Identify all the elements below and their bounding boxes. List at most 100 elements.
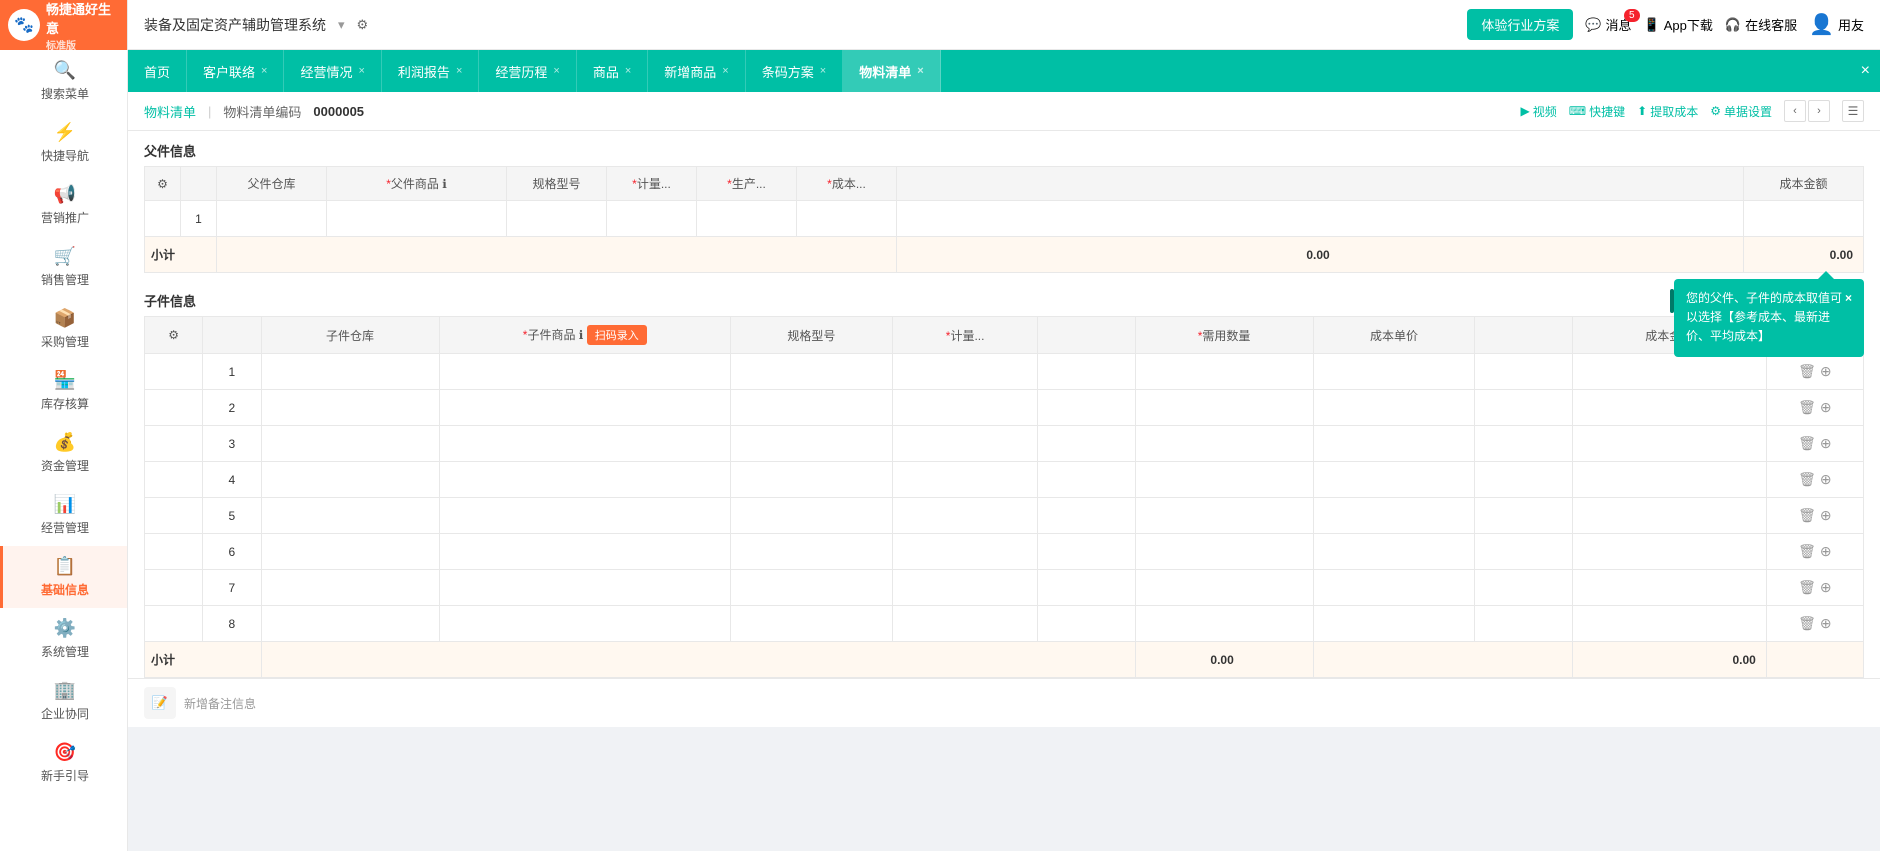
child-row-3-needed[interactable] bbox=[1135, 426, 1313, 462]
child-row-6-product[interactable] bbox=[439, 534, 730, 570]
parent-row-spec[interactable] bbox=[507, 201, 607, 237]
message-btn[interactable]: 💬 5 消息 bbox=[1585, 15, 1631, 34]
sidebar-item-quick-nav[interactable]: ⚡ 快捷导航 bbox=[0, 112, 127, 174]
copy-icon-4[interactable]: ⊕ bbox=[1820, 471, 1832, 488]
child-row-2-warehouse[interactable] bbox=[261, 390, 439, 426]
tooltip-close-btn[interactable]: × bbox=[1845, 289, 1852, 308]
trial-button[interactable]: 体验行业方案 bbox=[1467, 9, 1573, 40]
child-row-4-qty[interactable] bbox=[892, 462, 1038, 498]
child-row-7-spec[interactable] bbox=[730, 570, 892, 606]
child-row-2-product[interactable] bbox=[439, 390, 730, 426]
delete-icon-6[interactable]: 🗑 bbox=[1798, 543, 1816, 560]
next-btn[interactable]: › bbox=[1808, 100, 1830, 122]
child-row-4-warehouse[interactable] bbox=[261, 462, 439, 498]
child-row-3-unit-cost[interactable] bbox=[1313, 426, 1475, 462]
delete-icon-2[interactable]: 🗑 bbox=[1798, 399, 1816, 416]
copy-icon-7[interactable]: ⊕ bbox=[1820, 579, 1832, 596]
sidebar-item-guide[interactable]: 🎯 新手引导 bbox=[0, 732, 127, 794]
child-row-7-product[interactable] bbox=[439, 570, 730, 606]
child-row-8-product[interactable] bbox=[439, 606, 730, 642]
child-row-6-unit-cost[interactable] bbox=[1313, 534, 1475, 570]
app-download-btn[interactable]: 📱 App下载 bbox=[1644, 15, 1713, 34]
shortcut-btn[interactable]: ⌨ 快捷键 bbox=[1569, 103, 1625, 120]
sidebar-item-search[interactable]: 🔍 搜索菜单 bbox=[0, 50, 127, 112]
tab-new-product-close[interactable]: × bbox=[722, 65, 728, 77]
sidebar-item-finance[interactable]: 💰 资金管理 bbox=[0, 422, 127, 484]
tab-profit[interactable]: 利润报告 × bbox=[382, 50, 479, 92]
child-row-2-needed[interactable] bbox=[1135, 390, 1313, 426]
child-row-4-spec[interactable] bbox=[730, 462, 892, 498]
bottom-icon-btn[interactable]: 📝 bbox=[144, 687, 176, 719]
child-row-4-needed[interactable] bbox=[1135, 462, 1313, 498]
child-row-6-qty[interactable] bbox=[892, 534, 1038, 570]
tab-barcode[interactable]: 条码方案 × bbox=[746, 50, 843, 92]
single-settings-btn[interactable]: ⚙ 单据设置 bbox=[1710, 103, 1772, 120]
child-row-8-qty[interactable] bbox=[892, 606, 1038, 642]
copy-icon-5[interactable]: ⊕ bbox=[1820, 507, 1832, 524]
sidebar-item-enterprise[interactable]: 🏢 企业协同 bbox=[0, 670, 127, 732]
user-btn[interactable]: 👤 用友 bbox=[1809, 12, 1864, 37]
copy-icon-8[interactable]: ⊕ bbox=[1820, 615, 1832, 632]
prev-btn[interactable]: ‹ bbox=[1784, 100, 1806, 122]
child-row-4-product[interactable] bbox=[439, 462, 730, 498]
child-row-7-needed[interactable] bbox=[1135, 570, 1313, 606]
tab-business-close[interactable]: × bbox=[358, 65, 364, 77]
tab-product[interactable]: 商品 × bbox=[577, 50, 648, 92]
grid-view-btn[interactable]: ☰ bbox=[1842, 100, 1864, 122]
parent-row-qty[interactable] bbox=[607, 201, 697, 237]
child-row-1-needed[interactable] bbox=[1135, 354, 1313, 390]
child-row-5-qty[interactable] bbox=[892, 498, 1038, 534]
online-service-btn[interactable]: 🎧 在线客服 bbox=[1725, 15, 1797, 34]
scan-btn[interactable]: 扫码录入 bbox=[587, 325, 647, 345]
delete-icon-7[interactable]: 🗑 bbox=[1798, 579, 1816, 596]
child-row-1-unit-cost[interactable] bbox=[1313, 354, 1475, 390]
parent-row-prod[interactable] bbox=[697, 201, 797, 237]
tab-home[interactable]: 首页 bbox=[128, 50, 187, 92]
child-row-3-qty[interactable] bbox=[892, 426, 1038, 462]
child-row-4-unit-cost[interactable] bbox=[1313, 462, 1475, 498]
child-row-8-spec[interactable] bbox=[730, 606, 892, 642]
sidebar-item-marketing[interactable]: 📢 营销推广 bbox=[0, 174, 127, 236]
sidebar-item-inventory[interactable]: 🏪 库存核算 bbox=[0, 360, 127, 422]
child-row-1-spec[interactable] bbox=[730, 354, 892, 390]
child-row-2-spec[interactable] bbox=[730, 390, 892, 426]
child-row-6-needed[interactable] bbox=[1135, 534, 1313, 570]
delete-icon-4[interactable]: 🗑 bbox=[1798, 471, 1816, 488]
copy-icon-2[interactable]: ⊕ bbox=[1820, 399, 1832, 416]
sidebar-item-sales[interactable]: 🛒 销售管理 bbox=[0, 236, 127, 298]
close-all-tabs[interactable]: × bbox=[1851, 62, 1880, 80]
child-row-5-needed[interactable] bbox=[1135, 498, 1313, 534]
tab-barcode-close[interactable]: × bbox=[820, 65, 826, 77]
parent-row-warehouse[interactable] bbox=[217, 201, 327, 237]
tab-history[interactable]: 经营历程 × bbox=[479, 50, 576, 92]
tab-business[interactable]: 经营情况 × bbox=[284, 50, 381, 92]
child-row-5-warehouse[interactable] bbox=[261, 498, 439, 534]
tab-profit-close[interactable]: × bbox=[456, 65, 462, 77]
child-row-3-product[interactable] bbox=[439, 426, 730, 462]
sidebar-item-purchase[interactable]: 📦 采购管理 bbox=[0, 298, 127, 360]
child-row-2-qty[interactable] bbox=[892, 390, 1038, 426]
delete-icon-5[interactable]: 🗑 bbox=[1798, 507, 1816, 524]
child-row-6-spec[interactable] bbox=[730, 534, 892, 570]
copy-icon-6[interactable]: ⊕ bbox=[1820, 543, 1832, 560]
child-row-5-spec[interactable] bbox=[730, 498, 892, 534]
child-row-3-spec[interactable] bbox=[730, 426, 892, 462]
delete-icon-1[interactable]: 🗑 bbox=[1798, 363, 1816, 380]
dropdown-icon[interactable]: ▾ bbox=[338, 17, 345, 33]
child-row-5-product[interactable] bbox=[439, 498, 730, 534]
tab-customer-close[interactable]: × bbox=[261, 65, 267, 77]
child-row-8-needed[interactable] bbox=[1135, 606, 1313, 642]
parent-row-cost[interactable] bbox=[797, 201, 897, 237]
tab-product-close[interactable]: × bbox=[625, 65, 631, 77]
tab-bom-close[interactable]: × bbox=[917, 65, 923, 77]
child-row-3-warehouse[interactable] bbox=[261, 426, 439, 462]
child-row-7-qty[interactable] bbox=[892, 570, 1038, 606]
copy-icon-3[interactable]: ⊕ bbox=[1820, 435, 1832, 452]
view-btn[interactable]: ▶ 视频 bbox=[1521, 103, 1557, 120]
child-row-1-product[interactable] bbox=[439, 354, 730, 390]
tab-new-product[interactable]: 新增商品 × bbox=[648, 50, 745, 92]
tab-bom[interactable]: 物料清单 × bbox=[843, 50, 940, 92]
sidebar-item-operation[interactable]: 📊 经营管理 bbox=[0, 484, 127, 546]
tab-history-close[interactable]: × bbox=[553, 65, 559, 77]
copy-icon-1[interactable]: ⊕ bbox=[1820, 363, 1832, 380]
